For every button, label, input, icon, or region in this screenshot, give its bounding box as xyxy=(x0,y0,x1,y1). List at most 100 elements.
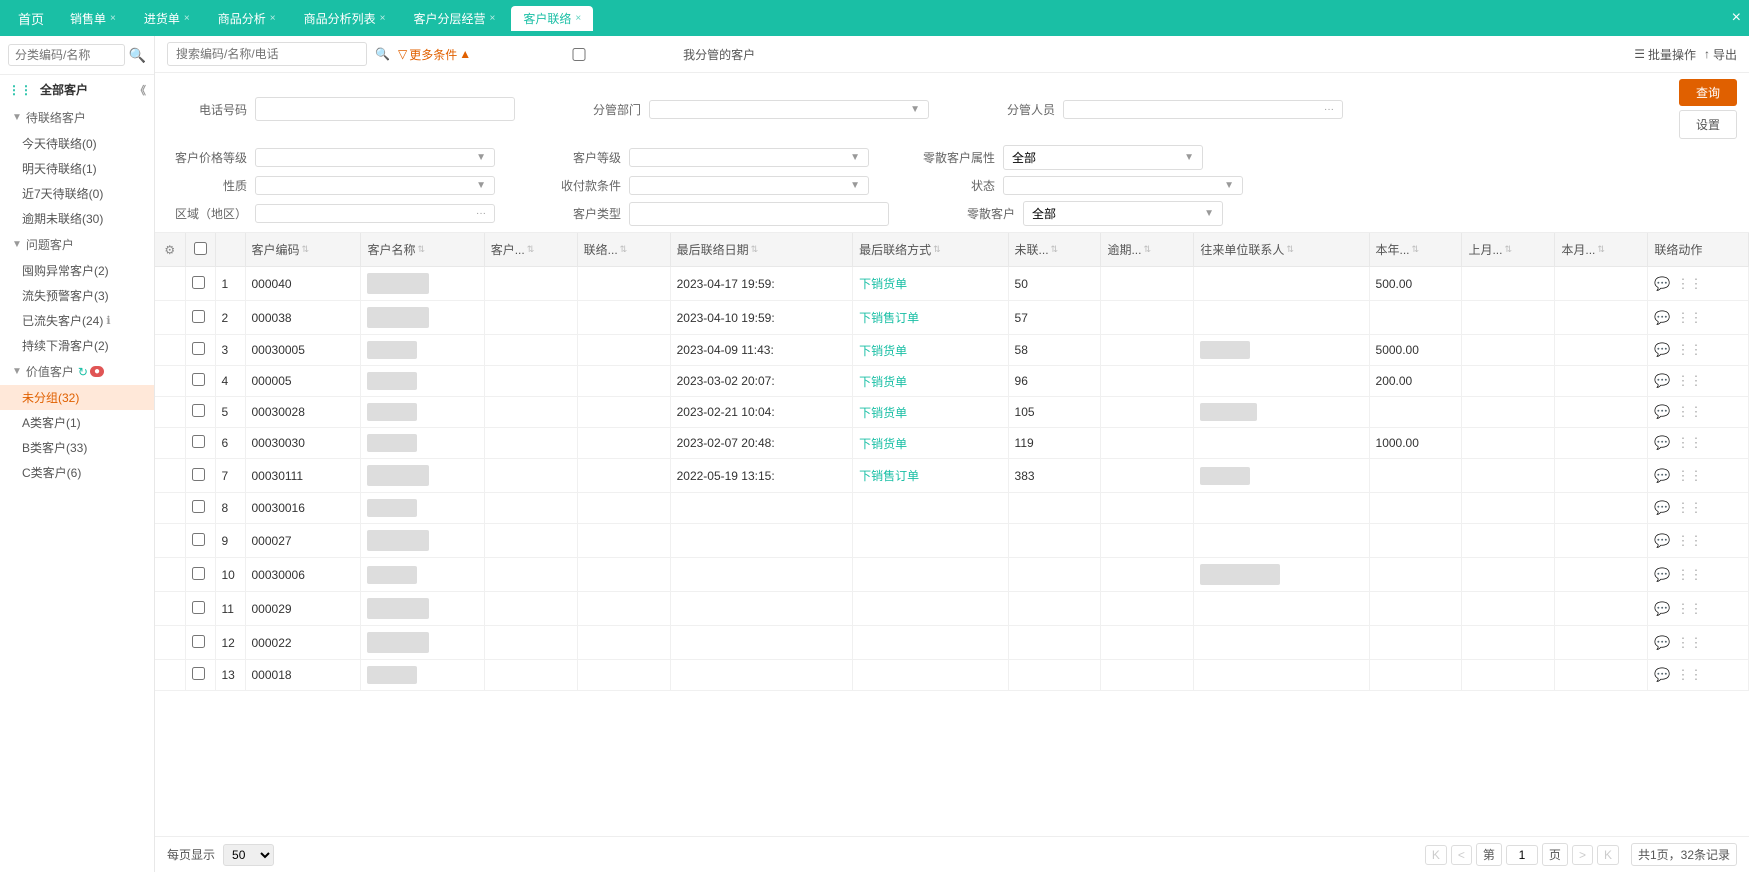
nav-tab-customer-mgmt[interactable]: 客户分层经营 × xyxy=(401,6,507,31)
contact-action-icon[interactable]: 💬 xyxy=(1654,435,1670,451)
sidebar-item-ungrouped[interactable]: 未分组(32) xyxy=(0,385,154,410)
filter-search-icon[interactable]: 🔍 xyxy=(375,47,390,61)
td-last-method[interactable]: 下销货单 xyxy=(853,335,1008,366)
contact-action-icon[interactable]: 💬 xyxy=(1654,468,1670,484)
close-icon[interactable]: × xyxy=(110,13,116,24)
sidebar-item-churn-warning[interactable]: 流失预警客户(3) xyxy=(0,283,154,308)
sidebar-search-input[interactable] xyxy=(8,44,125,66)
td-checkbox[interactable] xyxy=(185,397,215,428)
sidebar-item-tomorrow-pending[interactable]: 明天待联络(1) xyxy=(0,156,154,181)
search-input[interactable] xyxy=(167,42,367,66)
value-group-header[interactable]: ▼ 价值客户 ↻ ● xyxy=(0,358,154,385)
row-checkbox[interactable] xyxy=(192,533,205,546)
sidebar-item-abnormal[interactable]: 囤购异常客户(2) xyxy=(0,258,154,283)
reset-button[interactable]: 设置 xyxy=(1679,110,1737,139)
my-customers-checkbox[interactable] xyxy=(479,48,679,61)
problem-group-header[interactable]: ▼ 问题客户 xyxy=(0,231,154,258)
more-action-icon[interactable]: ⋮⋮ xyxy=(1677,567,1703,583)
first-page-button[interactable]: K xyxy=(1425,845,1447,865)
contact-action-icon[interactable]: 💬 xyxy=(1654,276,1670,292)
sidebar-item-churned[interactable]: 已流失客户(24) ℹ xyxy=(0,308,154,333)
more-action-icon[interactable]: ⋮⋮ xyxy=(1677,373,1703,389)
collapse-sidebar-button[interactable]: 《 xyxy=(135,82,146,98)
nav-home[interactable]: 首页 xyxy=(8,5,54,32)
more-action-icon[interactable]: ⋮⋮ xyxy=(1677,468,1703,484)
export-button[interactable]: ↑ 导出 xyxy=(1704,46,1737,63)
td-checkbox[interactable] xyxy=(185,524,215,558)
more-action-icon[interactable]: ⋮⋮ xyxy=(1677,500,1703,516)
query-button[interactable]: 查询 xyxy=(1679,79,1737,106)
nav-tab-purchase[interactable]: 进货单 × xyxy=(132,6,202,31)
td-checkbox[interactable] xyxy=(185,592,215,626)
last-method-link[interactable]: 下销货单 xyxy=(859,277,907,291)
row-checkbox[interactable] xyxy=(192,342,205,355)
batch-ops-button[interactable]: ☰ 批量操作 xyxy=(1634,46,1696,63)
more-action-icon[interactable]: ⋮⋮ xyxy=(1677,342,1703,358)
td-last-method[interactable]: 下销货单 xyxy=(853,397,1008,428)
th-contact[interactable]: 联络... ⇅ xyxy=(577,233,670,267)
price-level-select[interactable]: ▼ xyxy=(255,148,495,167)
th-last-date[interactable]: 最后联络日期 ⇅ xyxy=(670,233,853,267)
row-checkbox[interactable] xyxy=(192,667,205,680)
table-settings-icon[interactable]: ⚙ xyxy=(164,243,175,257)
my-customers-checkbox-area[interactable]: 我分管的客户 xyxy=(479,46,755,63)
th-last-method[interactable]: 最后联络方式 ⇅ xyxy=(853,233,1008,267)
refresh-icon[interactable]: ↻ xyxy=(78,365,88,379)
more-action-icon[interactable]: ⋮⋮ xyxy=(1677,635,1703,651)
more-action-icon[interactable]: ⋮⋮ xyxy=(1677,601,1703,617)
row-checkbox[interactable] xyxy=(192,404,205,417)
td-last-method[interactable] xyxy=(853,592,1008,626)
th-last-month[interactable]: 上月... ⇅ xyxy=(1462,233,1555,267)
td-checkbox[interactable] xyxy=(185,459,215,493)
row-checkbox[interactable] xyxy=(192,635,205,648)
td-last-method[interactable]: 下销货单 xyxy=(853,428,1008,459)
row-checkbox[interactable] xyxy=(192,310,205,323)
td-checkbox[interactable] xyxy=(185,493,215,524)
sidebar-item-today-pending[interactable]: 今天待联络(0) xyxy=(0,131,154,156)
close-icon[interactable]: × xyxy=(184,13,190,24)
close-icon[interactable]: × xyxy=(489,13,495,24)
payment-select[interactable]: ▼ xyxy=(629,176,869,195)
more-action-icon[interactable]: ⋮⋮ xyxy=(1677,404,1703,420)
last-method-link[interactable]: 下销售订单 xyxy=(859,311,919,325)
th-this-year[interactable]: 本年... ⇅ xyxy=(1369,233,1462,267)
row-checkbox[interactable] xyxy=(192,276,205,289)
nav-tab-analysis-list[interactable]: 商品分析列表 × xyxy=(292,6,398,31)
td-checkbox[interactable] xyxy=(185,335,215,366)
retail-customer-select[interactable]: 全部 ▼ xyxy=(1023,201,1223,226)
close-icon[interactable]: × xyxy=(380,13,386,24)
more-action-icon[interactable]: ⋮⋮ xyxy=(1677,435,1703,451)
last-method-link[interactable]: 下销售订单 xyxy=(859,469,919,483)
next-page-button[interactable]: > xyxy=(1572,845,1593,865)
retail-attr-select[interactable]: 全部 ▼ xyxy=(1003,145,1203,170)
status-select[interactable]: ▼ xyxy=(1003,176,1243,195)
td-last-method[interactable]: 下销售订单 xyxy=(853,301,1008,335)
page-input[interactable] xyxy=(1506,845,1538,865)
sidebar-item-class-b[interactable]: B类客户(33) xyxy=(0,435,154,460)
th-inter-unit[interactable]: 往来单位联系人 ⇅ xyxy=(1194,233,1369,267)
th-this-month[interactable]: 本月... ⇅ xyxy=(1555,233,1648,267)
sidebar-search-icon[interactable]: 🔍 xyxy=(129,47,146,64)
row-checkbox[interactable] xyxy=(192,468,205,481)
per-page-select[interactable]: 50 100 200 xyxy=(223,844,274,866)
sidebar-item-declining[interactable]: 持续下滑客户(2) xyxy=(0,333,154,358)
close-icon[interactable]: × xyxy=(575,13,581,24)
nav-tab-sales[interactable]: 销售单 × xyxy=(58,6,128,31)
contact-action-icon[interactable]: 💬 xyxy=(1654,567,1670,583)
td-checkbox[interactable] xyxy=(185,660,215,691)
th-name[interactable]: 客户名称 ⇅ xyxy=(361,233,484,267)
td-checkbox[interactable] xyxy=(185,558,215,592)
td-last-method[interactable]: 下销货单 xyxy=(853,267,1008,301)
contact-action-icon[interactable]: 💬 xyxy=(1654,601,1670,617)
last-method-link[interactable]: 下销货单 xyxy=(859,344,907,358)
th-code[interactable]: 客户编码 ⇅ xyxy=(245,233,361,267)
nav-tab-customer-contact[interactable]: 客户联络 × xyxy=(511,6,593,31)
td-checkbox[interactable] xyxy=(185,428,215,459)
contact-action-icon[interactable]: 💬 xyxy=(1654,533,1670,549)
sidebar-item-overdue-pending[interactable]: 逾期未联络(30) xyxy=(0,206,154,231)
contact-action-icon[interactable]: 💬 xyxy=(1654,373,1670,389)
customer-type-input[interactable] xyxy=(629,202,889,226)
td-last-method[interactable] xyxy=(853,626,1008,660)
last-method-link[interactable]: 下销货单 xyxy=(859,437,907,451)
td-last-method[interactable] xyxy=(853,493,1008,524)
